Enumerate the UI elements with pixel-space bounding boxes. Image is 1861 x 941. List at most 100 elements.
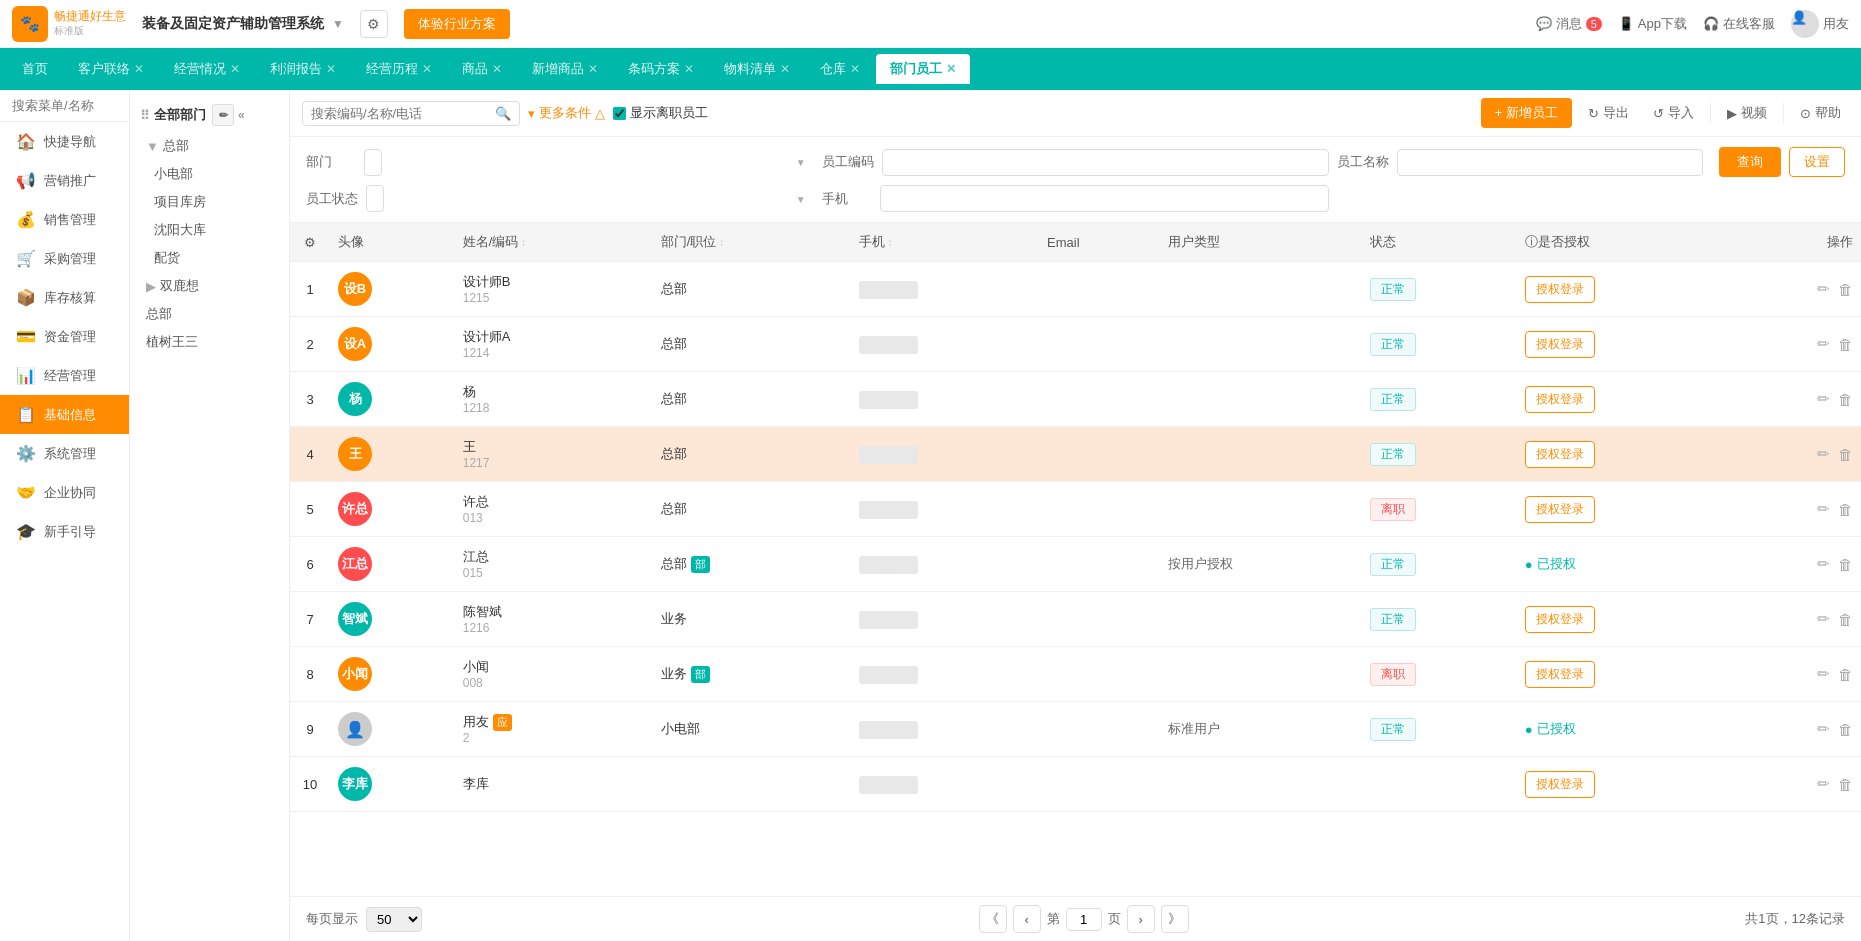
sidebar-item-basic[interactable]: 📋 基础信息 xyxy=(0,395,129,434)
auth-button[interactable]: 授权登录 xyxy=(1525,331,1595,358)
sidebar-item-business[interactable]: 📊 经营管理 xyxy=(0,356,129,395)
edit-btn[interactable]: ✏ xyxy=(1817,445,1830,463)
sidebar-item-inventory[interactable]: 📦 库存核算 xyxy=(0,278,129,317)
delete-btn[interactable]: 🗑 xyxy=(1838,556,1853,573)
sidebar-item-quicknav[interactable]: 🏠 快捷导航 xyxy=(0,122,129,161)
import-button[interactable]: ↺ 导入 xyxy=(1645,100,1702,126)
prev-page-btn[interactable]: ‹ xyxy=(1013,905,1041,933)
more-filter-btn[interactable]: ▾ 更多条件 △ xyxy=(528,104,605,122)
edit-dept-btn[interactable]: ✏ xyxy=(212,104,234,126)
col-settings[interactable]: ⚙ xyxy=(290,223,330,262)
col-dept[interactable]: 部门/职位 xyxy=(653,223,851,262)
auth-button[interactable]: 授权登录 xyxy=(1525,386,1595,413)
tab-barcode[interactable]: 条码方案 ✕ xyxy=(614,54,708,84)
dept-item-zongbu[interactable]: 总部 xyxy=(130,300,289,328)
dept-select[interactable] xyxy=(364,149,382,176)
app-download-btn[interactable]: 📱 App下载 xyxy=(1618,15,1687,33)
tab-department[interactable]: 部门员工 ✕ xyxy=(876,54,970,84)
search-input[interactable] xyxy=(311,106,491,121)
sidebar-item-marketing[interactable]: 📢 营销推广 xyxy=(0,161,129,200)
edit-btn[interactable]: ✏ xyxy=(1817,775,1830,793)
delete-btn[interactable]: 🗑 xyxy=(1838,776,1853,793)
delete-btn[interactable]: 🗑 xyxy=(1838,446,1853,463)
dept-item-xiaodian[interactable]: 小电部 xyxy=(144,160,289,188)
message-btn[interactable]: 💬 消息 5 xyxy=(1536,15,1602,33)
edit-btn[interactable]: ✏ xyxy=(1817,665,1830,683)
status-select[interactable] xyxy=(366,185,384,212)
phone-input[interactable] xyxy=(880,185,1330,212)
employee-name-input[interactable] xyxy=(1397,149,1703,176)
close-icon[interactable]: ✕ xyxy=(422,62,432,76)
delete-btn[interactable]: 🗑 xyxy=(1838,721,1853,738)
auth-button[interactable]: 授权登录 xyxy=(1525,771,1595,798)
edit-btn[interactable]: ✏ xyxy=(1817,555,1830,573)
tab-profit[interactable]: 利润报告 ✕ xyxy=(256,54,350,84)
first-page-btn[interactable]: 《 xyxy=(979,905,1007,933)
auth-button[interactable]: 授权登录 xyxy=(1525,441,1595,468)
export-button[interactable]: ↻ 导出 xyxy=(1580,100,1637,126)
tab-customer[interactable]: 客户联络 ✕ xyxy=(64,54,158,84)
sidebar-item-system[interactable]: ⚙️ 系统管理 xyxy=(0,434,129,473)
close-icon[interactable]: ✕ xyxy=(326,62,336,76)
sidebar-item-sales[interactable]: 💰 销售管理 xyxy=(0,200,129,239)
search-button[interactable]: 查询 xyxy=(1719,147,1781,177)
sidebar-item-finance[interactable]: 💳 资金管理 xyxy=(0,317,129,356)
last-page-btn[interactable]: 》 xyxy=(1161,905,1189,933)
tab-add-product[interactable]: 新增商品 ✕ xyxy=(518,54,612,84)
col-name[interactable]: 姓名/编码 xyxy=(455,223,653,262)
delete-btn[interactable]: 🗑 xyxy=(1838,281,1853,298)
edit-btn[interactable]: ✏ xyxy=(1817,335,1830,353)
col-phone[interactable]: 手机 xyxy=(851,223,1039,262)
trial-button[interactable]: 体验行业方案 xyxy=(404,9,510,39)
employee-code-input[interactable] xyxy=(882,149,1330,176)
title-dropdown-icon[interactable]: ▼ xyxy=(332,17,344,31)
edit-btn[interactable]: ✏ xyxy=(1817,500,1830,518)
auth-button[interactable]: 授权登录 xyxy=(1525,276,1595,303)
setting-button[interactable]: 设置 xyxy=(1789,147,1845,177)
collapse-tree-btn[interactable]: « xyxy=(238,108,245,122)
close-icon[interactable]: ✕ xyxy=(134,62,144,76)
close-icon[interactable]: ✕ xyxy=(946,62,956,76)
next-page-btn[interactable]: › xyxy=(1127,905,1155,933)
dept-item-shenyang[interactable]: 沈阳大库 xyxy=(144,216,289,244)
auth-button[interactable]: 授权登录 xyxy=(1525,661,1595,688)
show-resigned-checkbox[interactable] xyxy=(613,107,626,120)
gear-button[interactable]: ⚙ xyxy=(360,10,388,38)
view-button[interactable]: ▶ 视频 xyxy=(1719,100,1775,126)
dept-item-zhishu[interactable]: 植树王三 xyxy=(130,328,289,356)
tab-bom[interactable]: 物料清单 ✕ xyxy=(710,54,804,84)
tab-history[interactable]: 经营历程 ✕ xyxy=(352,54,446,84)
edit-btn[interactable]: ✏ xyxy=(1817,610,1830,628)
tab-product[interactable]: 商品 ✕ xyxy=(448,54,516,84)
tab-warehouse[interactable]: 仓库 ✕ xyxy=(806,54,874,84)
close-icon[interactable]: ✕ xyxy=(588,62,598,76)
dept-item-distribution[interactable]: 配货 xyxy=(144,244,289,272)
dept-item-project[interactable]: 项目库房 xyxy=(144,188,289,216)
close-icon[interactable]: ✕ xyxy=(230,62,240,76)
auth-button[interactable]: 授权登录 xyxy=(1525,606,1595,633)
delete-btn[interactable]: 🗑 xyxy=(1838,391,1853,408)
sidebar-item-collab[interactable]: 🤝 企业协同 xyxy=(0,473,129,512)
help-button[interactable]: ⊙ 帮助 xyxy=(1792,100,1849,126)
dept-item-headquarter[interactable]: ▼ 总部 xyxy=(130,132,289,160)
delete-btn[interactable]: 🗑 xyxy=(1838,666,1853,683)
delete-btn[interactable]: 🗑 xyxy=(1838,611,1853,628)
page-input[interactable] xyxy=(1066,908,1102,931)
close-icon[interactable]: ✕ xyxy=(780,62,790,76)
edit-btn[interactable]: ✏ xyxy=(1817,720,1830,738)
tab-operation[interactable]: 经营情况 ✕ xyxy=(160,54,254,84)
close-icon[interactable]: ✕ xyxy=(850,62,860,76)
delete-btn[interactable]: 🗑 xyxy=(1838,336,1853,353)
auth-button[interactable]: 授权登录 xyxy=(1525,496,1595,523)
edit-btn[interactable]: ✏ xyxy=(1817,390,1830,408)
dept-item-shuanglu[interactable]: ▶ 双鹿想 xyxy=(130,272,289,300)
edit-btn[interactable]: ✏ xyxy=(1817,280,1830,298)
online-service-btn[interactable]: 🎧 在线客服 xyxy=(1703,15,1775,33)
tab-home[interactable]: 首页 xyxy=(8,54,62,84)
per-page-select[interactable]: 50 100 xyxy=(366,907,422,932)
sidebar-item-purchase[interactable]: 🛒 采购管理 xyxy=(0,239,129,278)
sidebar-item-guide[interactable]: 🎓 新手引导 xyxy=(0,512,129,551)
close-icon[interactable]: ✕ xyxy=(684,62,694,76)
close-icon[interactable]: ✕ xyxy=(492,62,502,76)
user-area[interactable]: 👤 用友 xyxy=(1791,10,1849,38)
